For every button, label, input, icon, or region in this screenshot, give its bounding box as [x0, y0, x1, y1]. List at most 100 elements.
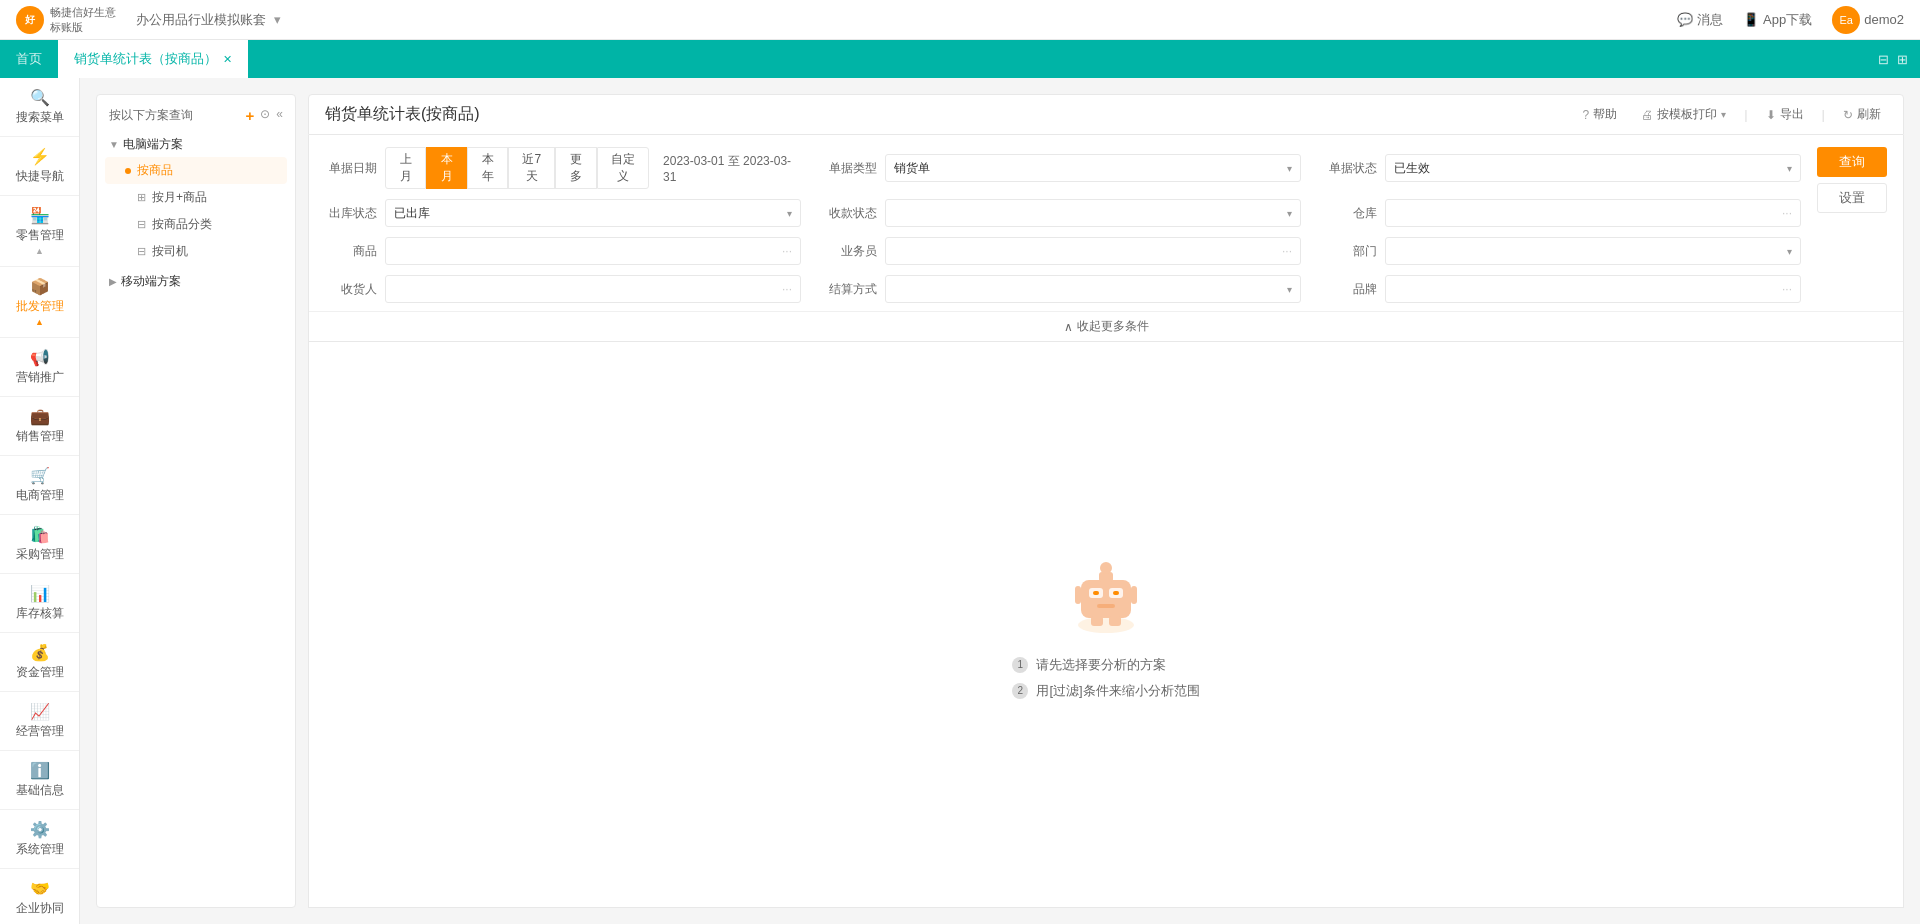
system-icon: ⚙️ — [30, 820, 50, 839]
sidebar-item-sales[interactable]: 💼 销售管理 — [0, 397, 79, 456]
tab-sales-stat[interactable]: 销货单统计表（按商品） ✕ — [58, 40, 248, 78]
brand-label: 品牌 — [1325, 281, 1385, 298]
sidebar-item-quick-nav[interactable]: ⚡ 快捷导航 — [0, 137, 79, 196]
print-btn[interactable]: 🖨 按模板打印 ▾ — [1635, 103, 1732, 126]
sidebar-item-operations[interactable]: 📈 经营管理 — [0, 692, 79, 751]
user-area[interactable]: Ea demo2 — [1832, 6, 1904, 34]
sidebar-item-label: 销售管理 — [16, 428, 64, 445]
product-control: ··· — [385, 237, 801, 265]
sidebar-item-basic[interactable]: ℹ️ 基础信息 — [0, 751, 79, 810]
tab-close-icon[interactable]: ✕ — [223, 53, 232, 66]
tip2-num: 2 — [1012, 683, 1028, 699]
tab-home[interactable]: 首页 — [0, 40, 58, 78]
tree-item-by-category[interactable]: ⊟ 按商品分类 — [105, 211, 287, 238]
app-download-btn[interactable]: 📱 App下载 — [1743, 11, 1812, 29]
header-title-arrow[interactable]: ▾ — [274, 12, 281, 27]
filter-row-4: 收货人 ··· 结算方式 — [325, 275, 1801, 303]
doc-status-select[interactable]: 已生效 ▾ — [1385, 154, 1801, 182]
sidebar-item-inventory[interactable]: 📊 库存核算 — [0, 574, 79, 633]
settings-scheme-btn[interactable]: ⊙ — [260, 107, 270, 124]
collapse-bar[interactable]: ∧ 收起更多条件 — [309, 311, 1903, 341]
doc-type-arrow-icon: ▾ — [1287, 163, 1292, 174]
sidebar-item-wholesale[interactable]: 📦 批发管理 ▲ — [0, 267, 79, 338]
tab-home-label: 首页 — [16, 50, 42, 68]
help-btn[interactable]: ? 帮助 — [1577, 103, 1624, 126]
tree-item-by-month-product[interactable]: ⊞ 按月+商品 — [105, 184, 287, 211]
date-last-7-days[interactable]: 近7天 — [508, 147, 555, 189]
product-input[interactable]: ··· — [385, 237, 801, 265]
sidebar-item-label: 快捷导航 — [16, 168, 64, 185]
brand-control: ··· — [1385, 275, 1801, 303]
svg-rect-9 — [1075, 586, 1081, 604]
date-more[interactable]: 更多 — [555, 147, 596, 189]
pc-group-title[interactable]: ▼ 电脑端方案 — [105, 132, 287, 157]
print-arrow-icon: ▾ — [1721, 109, 1726, 120]
sidebar-item-purchase[interactable]: 🛍️ 采购管理 — [0, 515, 79, 574]
warehouse-input[interactable]: ··· — [1385, 199, 1801, 227]
warehouse-dots-icon: ··· — [1782, 206, 1792, 220]
mobile-group-label: 移动端方案 — [121, 273, 181, 290]
query-btn-area: 查询 设置 — [1817, 147, 1887, 213]
sidebar-item-label: 采购管理 — [16, 546, 64, 563]
add-scheme-btn[interactable]: + — [246, 107, 255, 124]
sales-icon: 💼 — [30, 407, 50, 426]
tree-item-by-product[interactable]: 按商品 — [105, 157, 287, 184]
salesperson-input[interactable]: ··· — [885, 237, 1301, 265]
doc-type-select[interactable]: 销货单 ▾ — [885, 154, 1301, 182]
tree-item-by-cashier[interactable]: ⊟ 按司机 — [105, 238, 287, 265]
sidebar-item-ecommerce[interactable]: 🛒 电商管理 — [0, 456, 79, 515]
message-btn[interactable]: 💬 消息 — [1677, 11, 1723, 29]
sidebar-item-finance[interactable]: 💰 资金管理 — [0, 633, 79, 692]
empty-illustration — [1061, 550, 1151, 640]
tab-minimize-icon[interactable]: ⊟ — [1878, 52, 1889, 67]
sidebar: 🔍 搜索菜单 ⚡ 快捷导航 🏪 零售管理 ▲ 📦 批发管理 ▲ 📢 营销推广 💼… — [0, 78, 80, 924]
brand-input[interactable]: ··· — [1385, 275, 1801, 303]
quick-nav-icon: ⚡ — [30, 147, 50, 166]
mobile-group-arrow: ▶ — [109, 276, 117, 287]
query-button[interactable]: 查询 — [1817, 147, 1887, 177]
empty-tip-2: 2 用[过滤]条件来缩小分析范围 — [1012, 682, 1199, 700]
receipt-status-select[interactable]: ▾ — [885, 199, 1301, 227]
department-select[interactable]: ▾ — [1385, 237, 1801, 265]
settings-button[interactable]: 设置 — [1817, 183, 1887, 213]
collapse-panel-btn[interactable]: « — [276, 107, 283, 124]
date-last-month[interactable]: 上月 — [385, 147, 426, 189]
main-layout: 🔍 搜索菜单 ⚡ 快捷导航 🏪 零售管理 ▲ 📦 批发管理 ▲ 📢 营销推广 💼… — [0, 78, 1920, 924]
pc-group-label: 电脑端方案 — [123, 136, 183, 153]
basic-icon: ℹ️ — [30, 761, 50, 780]
recipient-input[interactable]: ··· — [385, 275, 801, 303]
sidebar-item-retail[interactable]: 🏪 零售管理 ▲ — [0, 196, 79, 267]
salesperson-dots-icon: ··· — [1282, 244, 1292, 258]
date-custom[interactable]: 自定义 — [597, 147, 650, 189]
payment-method-select[interactable]: ▾ — [885, 275, 1301, 303]
sidebar-item-enterprise-collab[interactable]: 🤝 企业协同 — [0, 869, 79, 924]
refresh-icon: ↻ — [1843, 108, 1853, 122]
department-label: 部门 — [1325, 243, 1385, 260]
warehouse-status-control: 已出库 ▾ — [385, 199, 801, 227]
recipient-label: 收货人 — [325, 281, 385, 298]
payment-method-label: 结算方式 — [825, 281, 885, 298]
filter-area: 单据日期 上月 本月 本年 近7天 更多 自定义 — [308, 135, 1904, 342]
sidebar-item-label: 搜索菜单 — [16, 109, 64, 126]
tree-item-label: 按月+商品 — [152, 189, 207, 206]
empty-area: 1 请先选择要分析的方案 2 用[过滤]条件来缩小分析范围 — [308, 342, 1904, 908]
svg-rect-10 — [1131, 586, 1137, 604]
header-title: 办公用品行业模拟账套 — [136, 11, 266, 29]
collapse-arrow-icon: ∧ — [1064, 320, 1073, 334]
empty-tip-1: 1 请先选择要分析的方案 — [1012, 656, 1199, 674]
warehouse-status-select[interactable]: 已出库 ▾ — [385, 199, 801, 227]
date-this-month[interactable]: 本月 — [426, 147, 467, 189]
tab-expand-icon[interactable]: ⊞ — [1897, 52, 1908, 67]
receipt-status-label: 收款状态 — [825, 205, 885, 222]
left-panel-actions: + ⊙ « — [246, 107, 283, 124]
help-icon: ? — [1583, 108, 1590, 122]
refresh-btn[interactable]: ↻ 刷新 — [1837, 103, 1887, 126]
export-btn[interactable]: ⬇ 导出 — [1760, 103, 1810, 126]
sidebar-item-system[interactable]: ⚙️ 系统管理 — [0, 810, 79, 869]
svg-rect-5 — [1113, 591, 1119, 595]
mobile-group-title[interactable]: ▶ 移动端方案 — [105, 269, 287, 294]
sidebar-item-marketing[interactable]: 📢 营销推广 — [0, 338, 79, 397]
sidebar-item-search-menu[interactable]: 🔍 搜索菜单 — [0, 78, 79, 137]
date-this-year[interactable]: 本年 — [467, 147, 508, 189]
divider2: | — [1822, 107, 1825, 122]
